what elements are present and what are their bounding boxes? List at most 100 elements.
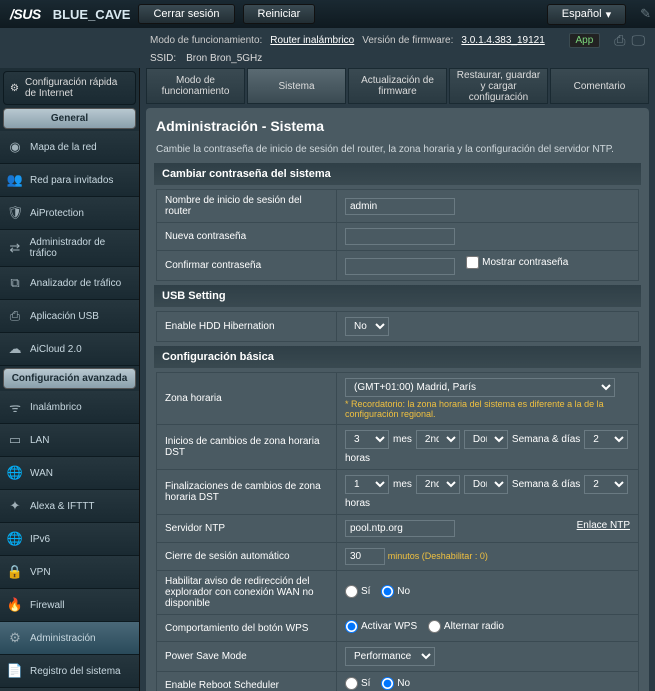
tab[interactable]: Modo de funcionamiento [146,68,245,104]
dst-end-ord[interactable]: 2nd [416,475,460,494]
section-password: Cambiar contraseña del sistema [154,163,641,185]
hdd-hibernation-label: Enable HDD Hibernation [157,312,337,342]
language-selector[interactable]: Español ▾ [547,4,626,25]
sidebar-item[interactable]: ✦ Alexa & IFTTT [0,490,139,523]
sidebar-item[interactable]: ▭LAN [0,424,139,457]
dst-hour-unit2: horas [345,498,370,509]
reboot-yes[interactable]: Sí [345,677,370,690]
sidebar-icon: 👥 [6,171,24,189]
tab[interactable]: Comentario [550,68,649,104]
dst-week-unit: Semana & días [512,434,580,445]
sidebar-item-label: AiCloud 2.0 [30,344,82,355]
show-password-wrap[interactable]: Mostrar contraseña [466,256,568,269]
sidebar-item[interactable]: ⎙ Aplicación USB [0,300,139,333]
sidebar-item[interactable]: ◉Mapa de la red [0,131,139,164]
sidebar-item-label: Registro del sistema [30,666,121,677]
tab[interactable]: Actualización de firmware [348,68,447,104]
dst-start-ord[interactable]: 2nd [416,430,460,449]
brand-logo: /SUS [10,6,41,22]
sidebar-item[interactable]: 🌐IPv6 [0,523,139,556]
dst-end-day[interactable]: Dom [464,475,508,494]
wps-toggle-radio[interactable]: Alternar radio [428,620,504,633]
main-content: Modo de funcionamientoSistemaActualizaci… [140,68,655,691]
dst-month-unit2: mes [393,479,412,490]
reboot-button[interactable]: Reiniciar [243,4,316,24]
wan-redirect-yes[interactable]: Sí [345,585,370,598]
sidebar-item-label: WAN [30,468,53,479]
wps-behavior-label: Comportamiento del botón WPS [157,615,337,642]
sidebar-item-label: Analizador de tráfico [30,278,121,289]
fw-value[interactable]: 3.0.1.4.383_19121 [461,35,544,46]
sidebar-icon: ⎙ [6,307,24,325]
monitor-icon[interactable]: 🖵 [632,32,646,49]
new-password-input[interactable] [345,228,455,245]
timezone-select[interactable]: (GMT+01:00) Madrid, París [345,378,615,397]
dst-end-hour[interactable]: 2 [584,475,628,494]
sidebar-item[interactable]: 🔥Firewall [0,589,139,622]
sidebar-item-label: Administrador de tráfico [30,237,133,259]
timezone-label: Zona horaria [157,373,337,425]
autologout-input[interactable] [345,548,385,565]
wps-activate[interactable]: Activar WPS [345,620,417,633]
sidebar-item-label: IPv6 [30,534,50,545]
mode-label: Modo de funcionamiento: [150,35,262,46]
sidebar-icon: 🔒 [6,563,24,581]
hdd-hibernation-select[interactable]: No [345,317,389,336]
dst-start-day[interactable]: Dom [464,430,508,449]
tab[interactable]: Sistema [247,68,346,104]
dst-hour-unit: horas [345,453,370,464]
ntp-server-input[interactable] [345,520,455,537]
login-name-input[interactable] [345,198,455,215]
dst-start-month[interactable]: 3 [345,430,389,449]
sidebar-item[interactable]: 📄Registro del sistema [0,655,139,688]
tab[interactable]: Restaurar, guardar y cargar configuració… [449,68,548,104]
sidebar-item[interactable]: 🛡AiProtection [0,197,139,230]
sidebar-icon: ⇄ [6,239,24,257]
radio-yes-label: Sí [361,586,370,597]
sidebar-item-label: Alexa & IFTTT [30,501,94,512]
sidebar-item[interactable]: ⧉ Analizador de tráfico [0,267,139,300]
confirm-password-input[interactable] [345,258,455,275]
sidebar-item[interactable]: ⚙Administración [0,622,139,655]
sidebar-item-label: Firewall [30,600,64,611]
reboot-no[interactable]: No [381,677,410,690]
sidebar-icon: ☁ [6,340,24,358]
dst-end-month[interactable]: 1 [345,475,389,494]
sidebar-icon: ▭ [6,431,24,449]
radio-yes-label2: Sí [361,678,370,689]
sidebar-icon: ✦ [6,497,24,515]
dst-month-unit: mes [393,434,412,445]
dst-start-hour[interactable]: 2 [584,430,628,449]
sidebar-item[interactable]: 👥 Red para invitados [0,164,139,197]
quick-setup[interactable]: ⚙ Configuración rápida de Internet [3,71,136,105]
psm-label: Power Save Mode [157,642,337,672]
sidebar-item[interactable]: 🌐WAN [0,457,139,490]
dst-week-unit2: Semana & días [512,479,580,490]
sidebar-icon: 🛡 [6,204,24,222]
sidebar-item-label: Red para invitados [30,175,113,186]
sidebar-icon: ⧉ [6,274,24,292]
psm-select[interactable]: Performance [345,647,435,666]
show-password-checkbox[interactable] [466,256,479,269]
dst-start-label: Inicios de cambios de zona horaria DST [157,425,337,470]
wan-redirect-label: Habilitar aviso de redirección del explo… [157,571,337,615]
sidebar-icon: ⚙ [6,629,24,647]
sidebar-item-label: Aplicación USB [30,311,99,322]
chevron-down-icon: ▾ [606,8,612,21]
language-label: Español [562,8,602,20]
sidebar-item[interactable]: ᯤInalámbrico [0,391,139,424]
logout-button[interactable]: Cerrar sesión [138,4,234,24]
sidebar-item[interactable]: 🔒VPN [0,556,139,589]
app-badge[interactable]: App [569,33,601,48]
reboot-scheduler-label: Enable Reboot Scheduler [157,672,337,691]
wps-opt2-label: Alternar radio [444,621,504,632]
usb-icon[interactable]: ⎙ [614,32,625,49]
ntp-link[interactable]: Enlace NTP [577,520,630,531]
sidebar-item[interactable]: ☁ AiCloud 2.0 [0,333,139,366]
timezone-warning: * Recordatorio: la zona horaria del sist… [345,399,630,419]
wan-redirect-no[interactable]: No [381,585,410,598]
sidebar-item[interactable]: ⇄ Administrador de tráfico [0,230,139,267]
ssid-label: SSID: [150,53,176,64]
radio-no-label: No [397,586,410,597]
mode-value[interactable]: Router inalámbrico [270,35,354,46]
